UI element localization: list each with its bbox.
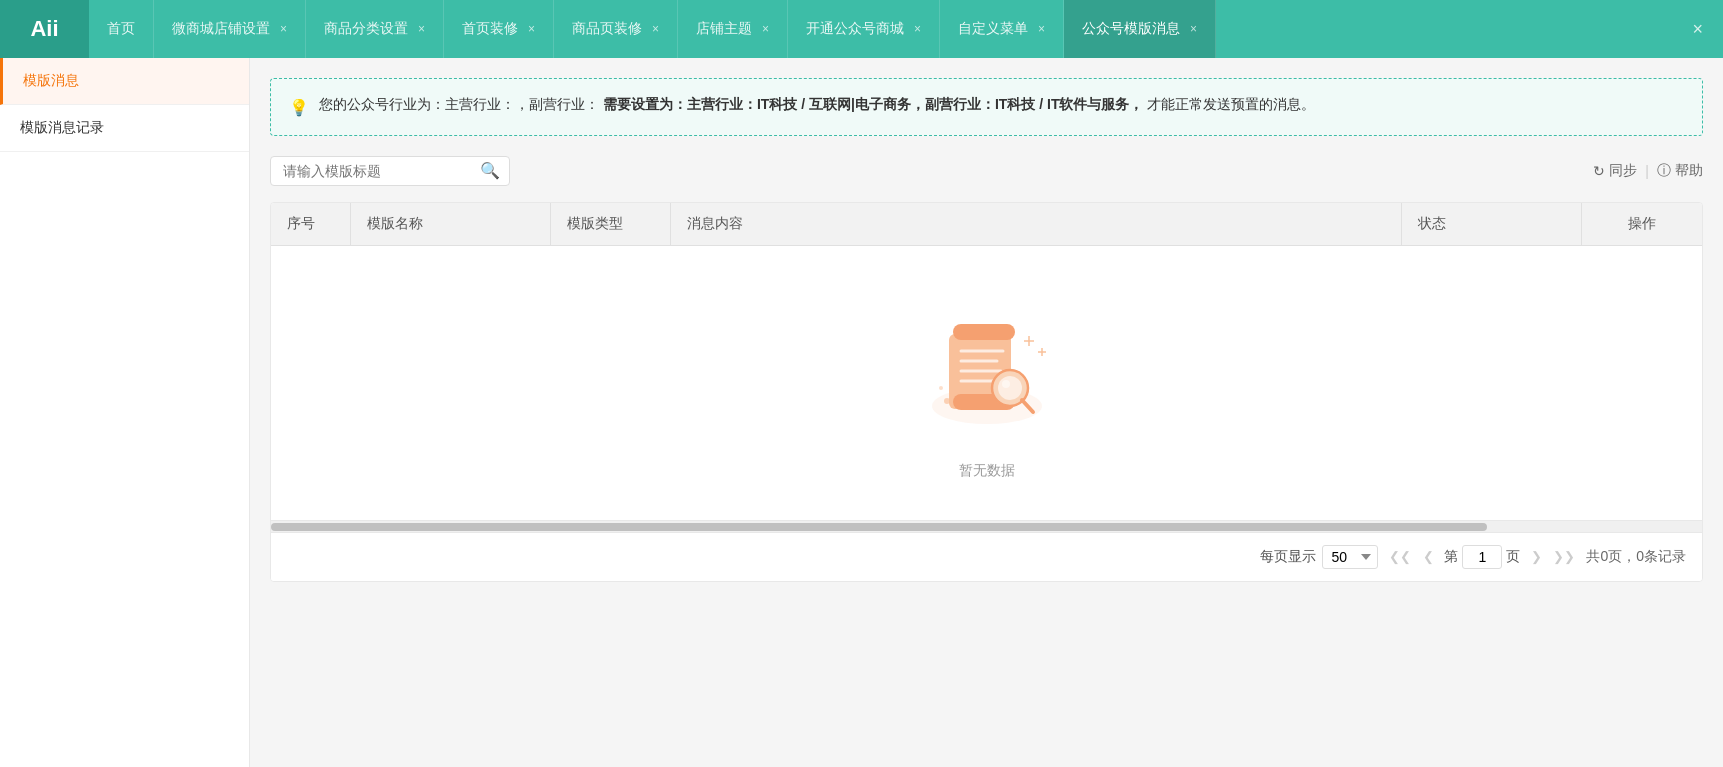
nav-tabs: 首页微商城店铺设置×商品分类设置×首页装修×商品页装修×店铺主题×开通公众号商城… xyxy=(89,0,1672,58)
tab-close-weshop-settings[interactable]: × xyxy=(280,22,287,36)
help-button[interactable]: ⓘ 帮助 xyxy=(1657,162,1703,180)
tab-label: 首页装修 xyxy=(462,20,518,38)
sidebar: 模版消息模版消息记录 xyxy=(0,58,250,767)
nav-tab-weshop-settings[interactable]: 微商城店铺设置 × xyxy=(154,0,306,58)
tab-close-template-message[interactable]: × xyxy=(1190,22,1197,36)
search-input-wrap: 🔍 xyxy=(270,156,510,186)
sync-icon: ↻ xyxy=(1593,163,1605,179)
empty-state: 暂无数据 xyxy=(271,246,1702,520)
tab-label: 商品页装修 xyxy=(572,20,642,38)
col-header-name: 模版名称 xyxy=(351,203,551,245)
global-close-button[interactable]: × xyxy=(1672,0,1723,58)
help-icon: ⓘ xyxy=(1657,162,1671,180)
nav-tab-homepage-deco[interactable]: 首页装修 × xyxy=(444,0,554,58)
search-icon[interactable]: 🔍 xyxy=(480,161,500,180)
col-header-status: 状态 xyxy=(1402,203,1582,245)
main-layout: 模版消息模版消息记录 💡 您的公众号行业为：主营行业：，副营行业： 需要设置为：… xyxy=(0,58,1723,767)
col-header-content: 消息内容 xyxy=(671,203,1402,245)
tab-label: 微商城店铺设置 xyxy=(172,20,270,38)
notice-box: 💡 您的公众号行业为：主营行业：，副营行业： 需要设置为：主营行业：IT科技 /… xyxy=(270,78,1703,136)
svg-rect-2 xyxy=(953,324,1015,340)
search-input[interactable] xyxy=(270,156,510,186)
svg-point-17 xyxy=(939,386,943,390)
table-header: 序号 模版名称 模版类型 消息内容 状态 操作 xyxy=(271,203,1702,246)
page-size-wrap: 每页显示 50 10 20 100 xyxy=(1260,545,1378,569)
pagination: 每页显示 50 10 20 100 ❮❮ ❮ 第 页 ❯ ❯❯ xyxy=(271,532,1702,581)
page-size-select[interactable]: 50 10 20 100 xyxy=(1322,545,1378,569)
prev-page-button[interactable]: ❮ xyxy=(1416,545,1440,569)
tab-close-product-category[interactable]: × xyxy=(418,22,425,36)
nav-tab-product-deco[interactable]: 商品页装修 × xyxy=(554,0,678,58)
first-page-button[interactable]: ❮❮ xyxy=(1388,545,1412,569)
nav-tab-store-theme[interactable]: 店铺主题 × xyxy=(678,0,788,58)
sidebar-item-template-message-log[interactable]: 模版消息记录 xyxy=(0,105,249,152)
next-page-button[interactable]: ❯ xyxy=(1524,545,1548,569)
tab-label: 首页 xyxy=(107,20,135,38)
tab-label: 开通公众号商城 xyxy=(806,20,904,38)
page-size-label: 每页显示 xyxy=(1260,548,1316,566)
page-number-input[interactable] xyxy=(1462,545,1502,569)
sidebar-item-template-message[interactable]: 模版消息 xyxy=(0,58,249,105)
nav-tab-home[interactable]: 首页 xyxy=(89,0,154,58)
notice-text: 您的公众号行业为：主营行业：，副营行业： 需要设置为：主营行业：IT科技 / 互… xyxy=(319,93,1315,115)
tab-close-custom-menu[interactable]: × xyxy=(1038,22,1045,36)
nav-tab-open-wechat-mall[interactable]: 开通公众号商城 × xyxy=(788,0,940,58)
horizontal-scrollbar[interactable] xyxy=(271,520,1702,532)
scroll-thumb[interactable] xyxy=(271,523,1487,531)
tab-label: 店铺主题 xyxy=(696,20,752,38)
col-header-type: 模版类型 xyxy=(551,203,671,245)
tab-label: 公众号模版消息 xyxy=(1082,20,1180,38)
svg-point-16 xyxy=(944,398,950,404)
col-header-action: 操作 xyxy=(1582,203,1702,245)
notice-icon: 💡 xyxy=(289,95,309,121)
empty-illustration xyxy=(917,306,1057,446)
tab-close-open-wechat-mall[interactable]: × xyxy=(914,22,921,36)
search-bar-right: ↻ 同步 | ⓘ 帮助 xyxy=(1593,162,1703,180)
content-area: 💡 您的公众号行业为：主营行业：，副营行业： 需要设置为：主营行业：IT科技 /… xyxy=(250,58,1723,767)
tab-close-homepage-deco[interactable]: × xyxy=(528,22,535,36)
nav-tab-custom-menu[interactable]: 自定义菜单 × xyxy=(940,0,1064,58)
sync-button[interactable]: ↻ 同步 xyxy=(1593,162,1637,180)
search-bar: 🔍 ↻ 同步 | ⓘ 帮助 xyxy=(270,156,1703,186)
col-header-seq: 序号 xyxy=(271,203,351,245)
empty-text: 暂无数据 xyxy=(959,462,1015,480)
last-page-button[interactable]: ❯❯ xyxy=(1552,545,1576,569)
svg-point-11 xyxy=(1002,380,1010,388)
total-records-text: 共0页，0条记录 xyxy=(1586,548,1686,566)
data-table: 序号 模版名称 模版类型 消息内容 状态 操作 xyxy=(270,202,1703,582)
tab-close-product-deco[interactable]: × xyxy=(652,22,659,36)
page-di-label: 第 xyxy=(1444,548,1458,566)
divider: | xyxy=(1645,163,1649,179)
nav-tab-template-message[interactable]: 公众号模版消息 × xyxy=(1064,0,1216,58)
tab-close-store-theme[interactable]: × xyxy=(762,22,769,36)
page-navigation: ❮❮ ❮ 第 页 ❯ ❯❯ xyxy=(1388,545,1576,569)
search-bar-left: 🔍 xyxy=(270,156,510,186)
tab-label: 商品分类设置 xyxy=(324,20,408,38)
app-logo: Aii xyxy=(0,0,89,58)
svg-point-9 xyxy=(998,376,1022,400)
tab-label: 自定义菜单 xyxy=(958,20,1028,38)
nav-tab-product-category[interactable]: 商品分类设置 × xyxy=(306,0,444,58)
top-nav: Aii 首页微商城店铺设置×商品分类设置×首页装修×商品页装修×店铺主题×开通公… xyxy=(0,0,1723,58)
page-label: 页 xyxy=(1506,548,1520,566)
